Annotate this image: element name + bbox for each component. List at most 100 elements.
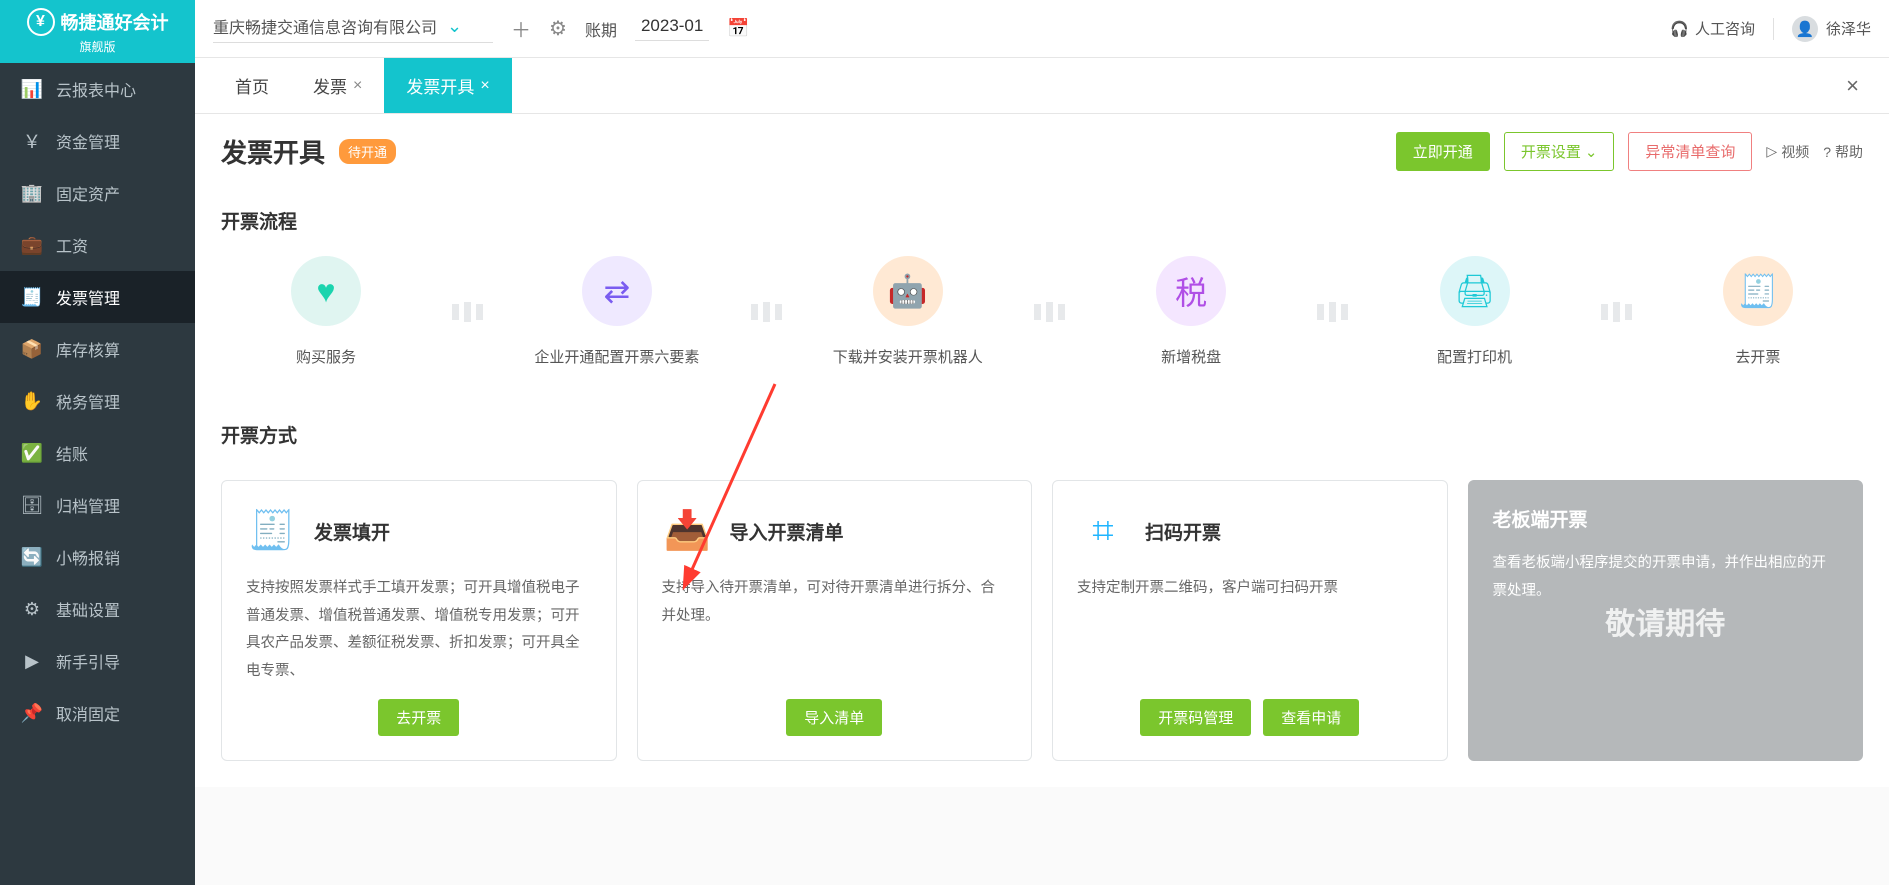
view-apply-button[interactable]: 查看申请 xyxy=(1263,699,1359,736)
step-sep-icon xyxy=(452,302,483,322)
sidebar-item-guide[interactable]: ▶新手引导 xyxy=(0,635,195,687)
activate-button[interactable]: 立即开通 xyxy=(1396,132,1490,171)
nav-list: 📊 云报表中心 ￥资金管理 🏢固定资产 💼工资 🧾 发票管理 📦库存核算 ✋税务管理… xyxy=(0,63,195,885)
refresh-icon: 🔄 xyxy=(22,547,42,567)
support-link[interactable]: 🎧 人工咨询 xyxy=(1670,18,1755,39)
card-title: 老板端开票 xyxy=(1493,505,1588,532)
robot-icon: 🤖 xyxy=(873,256,943,326)
exception-button[interactable]: 异常清单查询 xyxy=(1628,132,1752,171)
card-desc: 支持定制开票二维码，客户端可扫码开票 xyxy=(1077,575,1423,685)
card-desc: 查看老板端小程序提交的开票申请，并作出相应的开票处理。 xyxy=(1493,550,1839,736)
company-name: 重庆畅捷交通信息咨询有限公司 xyxy=(213,14,437,38)
help-icon: ? xyxy=(1823,144,1831,160)
logo-text: 畅捷通好会计 xyxy=(61,9,169,35)
receipt-icon: 🧾 xyxy=(246,505,298,557)
import-list-button[interactable]: 导入清单 xyxy=(786,699,882,736)
step-label: 企业开通配置开票六要素 xyxy=(534,346,699,367)
step-sep-icon xyxy=(1034,302,1065,322)
step-printer[interactable]: 🖨配置打印机 xyxy=(1400,256,1550,367)
tab-invoice-issue[interactable]: 发票开具× xyxy=(384,58,511,113)
period-value[interactable]: 2023-01 xyxy=(635,16,709,41)
sidebar-item-archive[interactable]: 🗄 归档管理 xyxy=(0,479,195,531)
card-desc: 支持按照发票样式手工填开发票；可开具增值税电子普通发票、增值税普通发票、增值税专… xyxy=(246,575,592,685)
video-link[interactable]: ▷视频 xyxy=(1766,142,1809,162)
chart-icon: 📊 xyxy=(22,79,42,99)
company-select[interactable]: 重庆畅捷交通信息咨询有限公司 ⌄ xyxy=(213,14,493,43)
tab-invoice[interactable]: 发票 × xyxy=(291,58,384,113)
sidebar: ¥ 畅捷通好会计 旗舰版 📊 云报表中心 ￥资金管理 🏢固定资产 💼工资 🧾 发票管… xyxy=(0,0,195,885)
help-link[interactable]: ?帮助 xyxy=(1823,142,1863,162)
card-scan-invoice: ⌗ 扫码开票 支持定制开票二维码，客户端可扫码开票 开票码管理 查看申请 xyxy=(1052,480,1448,761)
settings-button[interactable]: 开票设置⌄ xyxy=(1504,132,1615,171)
method-section: 开票方式 xyxy=(195,403,1889,480)
sidebar-item-label: 云报表中心 xyxy=(56,77,136,101)
sidebar-item-invoice[interactable]: 🧾 发票管理 xyxy=(0,271,195,323)
step-buy[interactable]: ♥购买服务 xyxy=(251,256,401,367)
tax-icon: 税 xyxy=(1156,256,1226,326)
sidebar-item-label: 固定资产 xyxy=(56,181,120,205)
sidebar-item-label: 取消固定 xyxy=(56,701,120,725)
page-header: 发票开具 待开通 立即开通 开票设置⌄ 异常清单查询 ▷视频 ?帮助 xyxy=(195,114,1889,189)
logo-area: ¥ 畅捷通好会计 旗舰版 xyxy=(0,0,195,63)
step-config[interactable]: ⇄ 企业开通配置开票六要素 xyxy=(534,256,699,367)
sidebar-item-label: 税务管理 xyxy=(56,389,120,413)
sidebar-item-label: 新手引导 xyxy=(56,649,120,673)
step-sep-icon xyxy=(1317,302,1348,322)
scan-icon: ⌗ xyxy=(1077,505,1129,557)
topbar: 重庆畅捷交通信息咨询有限公司 ⌄ ＋ ⚙ 账期 2023-01 📅 🎧 人工咨询… xyxy=(195,0,1889,58)
card-import-list: 📥 导入开票清单 支持导入待开票清单，可对待开票清单进行拆分、合并处理。 导入清… xyxy=(637,480,1033,761)
go-invoice-button[interactable]: 去开票 xyxy=(378,699,459,736)
archive-icon: 🗄 xyxy=(22,495,42,515)
pin-icon: 📌 xyxy=(22,703,42,723)
chevron-down-icon: ⌄ xyxy=(447,16,462,37)
sidebar-item-salary[interactable]: 💼工资 xyxy=(0,219,195,271)
tab-label: 首页 xyxy=(235,73,269,98)
logo-icon: ¥ xyxy=(27,8,55,36)
user-menu[interactable]: 👤 徐泽华 xyxy=(1792,16,1871,42)
main: 重庆畅捷交通信息咨询有限公司 ⌄ ＋ ⚙ 账期 2023-01 📅 🎧 人工咨询… xyxy=(195,0,1889,885)
gear-icon: ⚙ xyxy=(22,599,42,619)
card-title: 导入开票清单 xyxy=(730,518,844,545)
status-badge: 待开通 xyxy=(339,139,396,164)
sidebar-item-label: 发票管理 xyxy=(56,285,120,309)
close-all-tabs[interactable]: × xyxy=(1834,58,1871,113)
step-download[interactable]: 🤖 下载并安装开票机器人 xyxy=(833,256,983,367)
plus-icon[interactable]: ＋ xyxy=(511,14,531,43)
calendar-icon[interactable]: 📅 xyxy=(727,18,749,39)
step-label: 下载并安装开票机器人 xyxy=(833,346,983,367)
sidebar-item-label: 结账 xyxy=(56,441,88,465)
sidebar-item-tax[interactable]: ✋税务管理 xyxy=(0,375,195,427)
sidebar-item-funds[interactable]: ￥资金管理 xyxy=(0,115,195,167)
heart-icon: ♥ xyxy=(291,256,361,326)
card-fill-invoice: 🧾 发票填开 支持按照发票样式手工填开发票；可开具增值税电子普通发票、增值税普通… xyxy=(221,480,617,761)
page-title: 发票开具 xyxy=(221,133,325,170)
step-go[interactable]: 🧾去开票 xyxy=(1683,256,1833,367)
receipt-icon: 🧾 xyxy=(1723,256,1793,326)
code-manage-button[interactable]: 开票码管理 xyxy=(1140,699,1251,736)
invoice-icon: 🧾 xyxy=(22,287,42,307)
sidebar-item-expense[interactable]: 🔄小畅报销 xyxy=(0,531,195,583)
sidebar-item-label: 归档管理 xyxy=(56,493,120,517)
gear-icon[interactable]: ⚙ xyxy=(549,16,567,41)
section-title: 开票方式 xyxy=(221,421,1863,448)
tabs: 首页 发票 × 发票开具× × xyxy=(195,58,1889,114)
sidebar-item-label: 库存核算 xyxy=(56,337,120,361)
step-tax[interactable]: 税新增税盘 xyxy=(1116,256,1266,367)
config-icon: ⇄ xyxy=(582,256,652,326)
tab-label: 发票 xyxy=(313,73,347,98)
section-title: 开票流程 xyxy=(221,207,1863,234)
close-icon[interactable]: × xyxy=(480,77,489,95)
step-sep-icon xyxy=(751,302,782,322)
flow-section: 开票流程 ♥购买服务 ⇄ 企业开通配置开票六要素 🤖 下载并安装开票机器人 税新增税… xyxy=(195,189,1889,403)
card-desc: 支持导入待开票清单，可对待开票清单进行拆分、合并处理。 xyxy=(662,575,1008,685)
sidebar-item-close[interactable]: ✅ 结账 xyxy=(0,427,195,479)
tab-home[interactable]: 首页 xyxy=(213,58,291,113)
sidebar-item-unpin[interactable]: 📌 取消固定 xyxy=(0,687,195,739)
close-icon[interactable]: × xyxy=(353,77,362,95)
sidebar-item-assets[interactable]: 🏢固定资产 xyxy=(0,167,195,219)
check-icon: ✅ xyxy=(22,443,42,463)
sidebar-item-inventory[interactable]: 📦库存核算 xyxy=(0,323,195,375)
support-label: 人工咨询 xyxy=(1695,18,1755,39)
sidebar-item-settings[interactable]: ⚙基础设置 xyxy=(0,583,195,635)
sidebar-item-report-center[interactable]: 📊 云报表中心 xyxy=(0,63,195,115)
